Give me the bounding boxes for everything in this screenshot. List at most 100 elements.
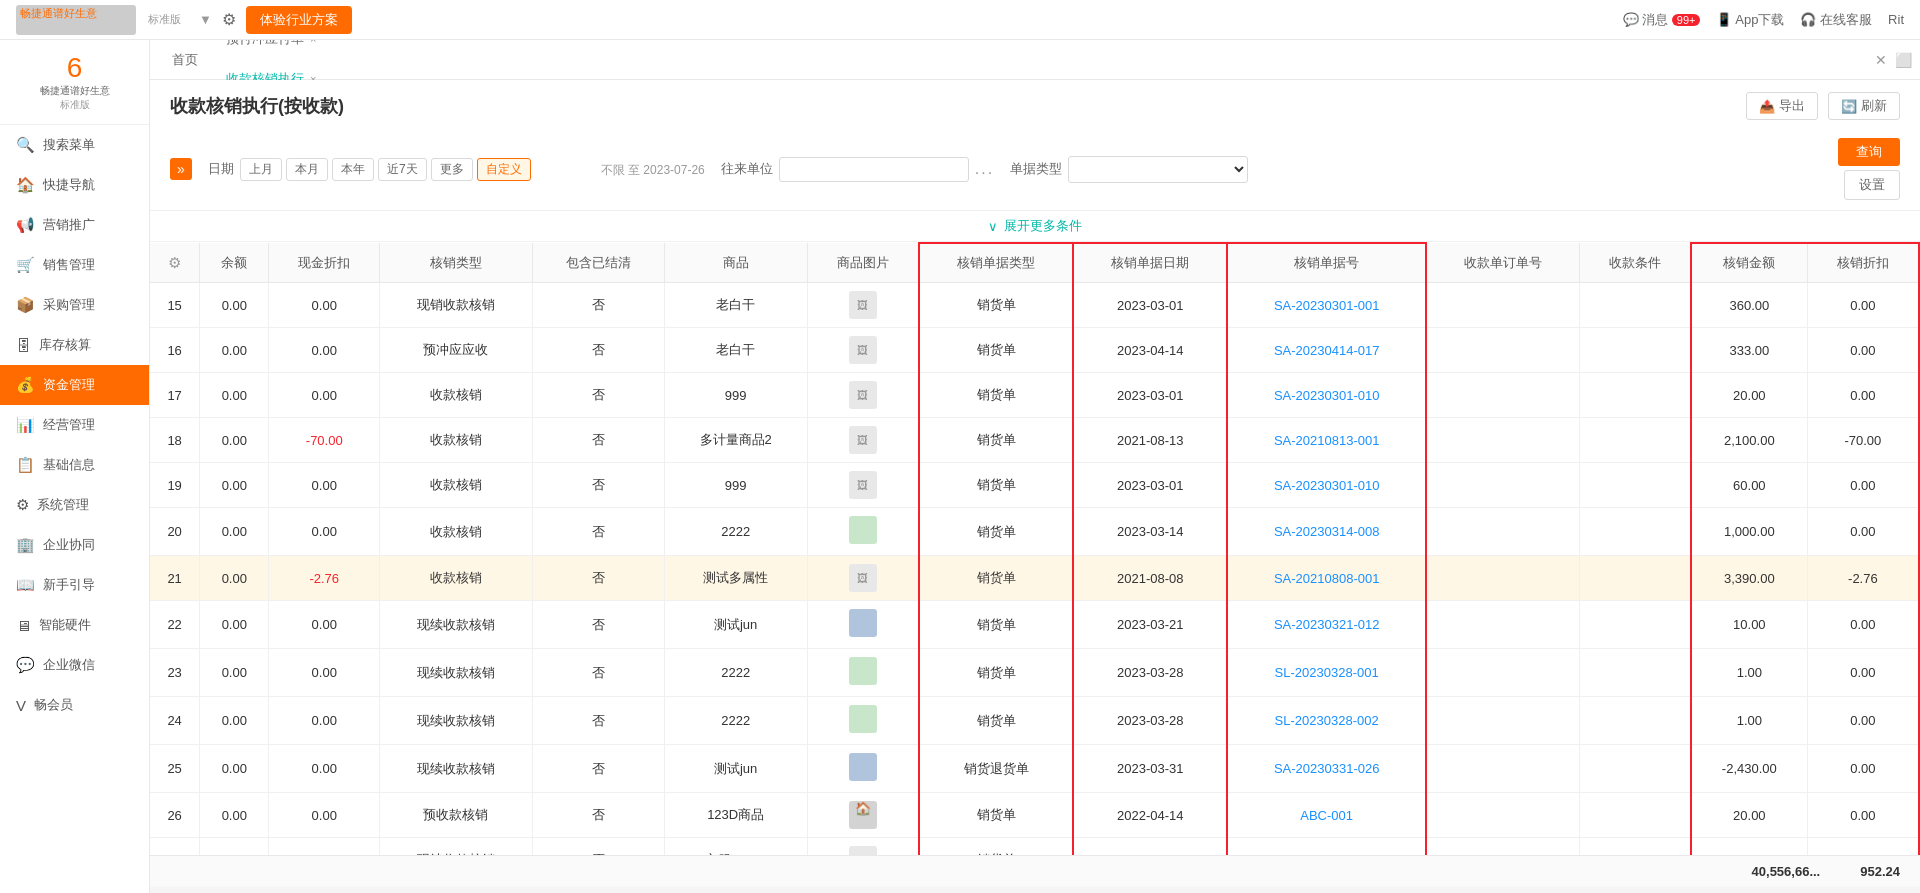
sidebar-item-wechat[interactable]: 💬企业微信	[0, 645, 149, 685]
sidebar-item-purchase[interactable]: 📦采购管理	[0, 285, 149, 325]
sidebar-item-finance[interactable]: 💰资金管理	[0, 365, 149, 405]
table-row[interactable]: 27 0.00 0.00 现续收款核销 否 衣服00001 🖼 销货单 2023…	[150, 838, 1919, 856]
col-setting[interactable]: ⚙	[150, 243, 200, 283]
cell-goods-img: 🖼	[807, 463, 919, 508]
user-name[interactable]: Rit	[1888, 12, 1904, 27]
partner-filter-group: 往来单位 ...	[721, 157, 994, 182]
close-window-icon[interactable]: ✕	[1875, 52, 1887, 68]
cell-collect-condition	[1579, 793, 1691, 838]
verify-doc-link[interactable]: SA-20230301-001	[1274, 298, 1380, 313]
dropdown-icon[interactable]: ▼	[199, 12, 212, 27]
wechat-icon: 💬	[16, 656, 35, 674]
table-row[interactable]: 20 0.00 0.00 收款核销 否 2222 销货单 2023-03-14 …	[150, 508, 1919, 556]
inventory-icon: 🗄	[16, 337, 31, 354]
refresh-icon: 🔄	[1841, 99, 1857, 114]
verify-doc-link[interactable]: SA-20230414-017	[1274, 343, 1380, 358]
trial-btn[interactable]: 体验行业方案	[246, 6, 352, 34]
query-btn[interactable]: 查询	[1838, 138, 1900, 166]
verify-doc-link[interactable]: SL-20230408-001	[1275, 853, 1379, 856]
sidebar-item-guide[interactable]: 📖新手引导	[0, 565, 149, 605]
verify-doc-link[interactable]: SA-20230314-008	[1274, 524, 1380, 539]
tab-prepay[interactable]: 预付冲应付单×	[212, 40, 330, 60]
cell-balance: 0.00	[200, 508, 269, 556]
date-btn-this-year[interactable]: 本年	[332, 158, 374, 181]
table-row[interactable]: 26 0.00 0.00 预收款核销 否 123D商品 🏠 销货单 2022-0…	[150, 793, 1919, 838]
gear-icon[interactable]: ⚙	[222, 10, 236, 29]
table-row[interactable]: 16 0.00 0.00 预冲应应收 否 老白干 🖼 销货单 2023-04-1…	[150, 328, 1919, 373]
main-table: ⚙ 余额 现金折扣 核销类型 包含已结清 商品 商品图片 核销单据类型 核销单据…	[150, 242, 1920, 855]
cell-include-settled: 否	[532, 328, 664, 373]
cell-collect-condition	[1579, 373, 1691, 418]
page-title: 收款核销执行(按收款)	[170, 94, 344, 118]
cell-verify-type: 收款核销	[380, 373, 533, 418]
cell-goods: 999	[664, 463, 807, 508]
sidebar-item-quick[interactable]: 🏠快捷导航	[0, 165, 149, 205]
table-row[interactable]: 23 0.00 0.00 现续收款核销 否 2222 销货单 2023-03-2…	[150, 649, 1919, 697]
cell-verify-discount: 0.00	[1807, 463, 1919, 508]
verify-doc-link[interactable]: SA-20230301-010	[1274, 388, 1380, 403]
partner-dots[interactable]: ...	[975, 160, 994, 178]
date-btn-this-month[interactable]: 本月	[286, 158, 328, 181]
verify-doc-link[interactable]: ABC-001	[1300, 808, 1353, 823]
table-footer: 40,556,66... 952.24	[150, 855, 1920, 887]
verify-doc-link[interactable]: SA-20230301-010	[1274, 478, 1380, 493]
cell-collect-condition	[1579, 508, 1691, 556]
cell-verify-amount: 333.00	[1691, 328, 1807, 373]
sidebar-item-sales[interactable]: 🛒销售管理	[0, 245, 149, 285]
export-btn[interactable]: 📤 导出	[1746, 92, 1818, 120]
cell-verify-amount: 60.00	[1691, 463, 1807, 508]
filter-expand-btn[interactable]: »	[170, 158, 192, 180]
maximize-icon[interactable]: ⬜	[1895, 52, 1912, 68]
sidebar-item-member[interactable]: V畅会员	[0, 685, 149, 725]
table-row[interactable]: 22 0.00 0.00 现续收款核销 否 测试jun 销货单 2023-03-…	[150, 601, 1919, 649]
cell-verify-doc-no: SL-20230328-002	[1227, 697, 1425, 745]
table-row[interactable]: 21 0.00 -2.76 收款核销 否 测试多属性 🖼 销货单 2021-08…	[150, 556, 1919, 601]
sidebar-item-search[interactable]: 🔍搜索菜单	[0, 125, 149, 165]
sidebar-item-operation[interactable]: 📊经营管理	[0, 405, 149, 445]
verify-doc-link[interactable]: SA-20210813-001	[1274, 433, 1380, 448]
table-row[interactable]: 25 0.00 0.00 现续收款核销 否 测试jun 销货退货单 2023-0…	[150, 745, 1919, 793]
sidebar-item-system[interactable]: ⚙系统管理	[0, 485, 149, 525]
verify-doc-link[interactable]: SL-20230328-001	[1275, 665, 1379, 680]
date-btn-7days[interactable]: 近7天	[378, 158, 427, 181]
cell-verify-doc-no: ABC-001	[1227, 793, 1425, 838]
cell-include-settled: 否	[532, 418, 664, 463]
cell-verify-discount: 0.00	[1807, 373, 1919, 418]
sidebar-item-inventory[interactable]: 🗄库存核算	[0, 325, 149, 365]
date-btn-more[interactable]: 更多	[431, 158, 473, 181]
cell-no: 16	[150, 328, 200, 373]
sidebar-label-sales: 销售管理	[43, 256, 95, 274]
cell-verify-amount: 3,390.00	[1691, 556, 1807, 601]
product-img: 🖼	[849, 471, 877, 499]
cell-no: 21	[150, 556, 200, 601]
table-row[interactable]: 24 0.00 0.00 现续收款核销 否 2222 销货单 2023-03-2…	[150, 697, 1919, 745]
table-container: ⚙ 余额 现金折扣 核销类型 包含已结清 商品 商品图片 核销单据类型 核销单据…	[150, 242, 1920, 855]
tab-close-prepay[interactable]: ×	[310, 40, 316, 45]
sidebar-item-marketing[interactable]: 📢营销推广	[0, 205, 149, 245]
online-service-link[interactable]: 🎧 在线客服	[1800, 11, 1872, 29]
setting-btn[interactable]: 设置	[1844, 170, 1900, 200]
sidebar-item-hardware[interactable]: 🖥智能硬件	[0, 605, 149, 645]
setting-col-icon[interactable]: ⚙	[168, 254, 181, 271]
table-row[interactable]: 15 0.00 0.00 现销收款核销 否 老白干 🖼 销货单 2023-03-…	[150, 283, 1919, 328]
sidebar-item-company[interactable]: 🏢企业协同	[0, 525, 149, 565]
tab-home[interactable]: 首页	[158, 40, 212, 80]
table-row[interactable]: 17 0.00 0.00 收款核销 否 999 🖼 销货单 2023-03-01…	[150, 373, 1919, 418]
refresh-btn[interactable]: 🔄 刷新	[1828, 92, 1900, 120]
verify-doc-link[interactable]: SA-20210808-001	[1274, 571, 1380, 586]
verify-doc-link[interactable]: SA-20230321-012	[1274, 617, 1380, 632]
sidebar-item-basic[interactable]: 📋基础信息	[0, 445, 149, 485]
partner-input[interactable]	[779, 157, 969, 182]
cell-goods-img	[807, 697, 919, 745]
message-icon[interactable]: 💬 消息 99+	[1623, 11, 1701, 29]
date-btn-last-month[interactable]: 上月	[240, 158, 282, 181]
app-download-link[interactable]: 📱 App下载	[1716, 11, 1784, 29]
verify-doc-link[interactable]: SL-20230328-002	[1275, 713, 1379, 728]
expand-more-bar[interactable]: ∨ 展开更多条件	[150, 211, 1920, 242]
col-verify-discount: 核销折扣	[1807, 243, 1919, 283]
verify-doc-link[interactable]: SA-20230331-026	[1274, 761, 1380, 776]
table-row[interactable]: 18 0.00 -70.00 收款核销 否 多计量商品2 🖼 销货单 2021-…	[150, 418, 1919, 463]
voucher-type-select[interactable]	[1068, 156, 1248, 183]
date-btn-custom[interactable]: 自定义	[477, 158, 531, 181]
table-row[interactable]: 19 0.00 0.00 收款核销 否 999 🖼 销货单 2023-03-01…	[150, 463, 1919, 508]
